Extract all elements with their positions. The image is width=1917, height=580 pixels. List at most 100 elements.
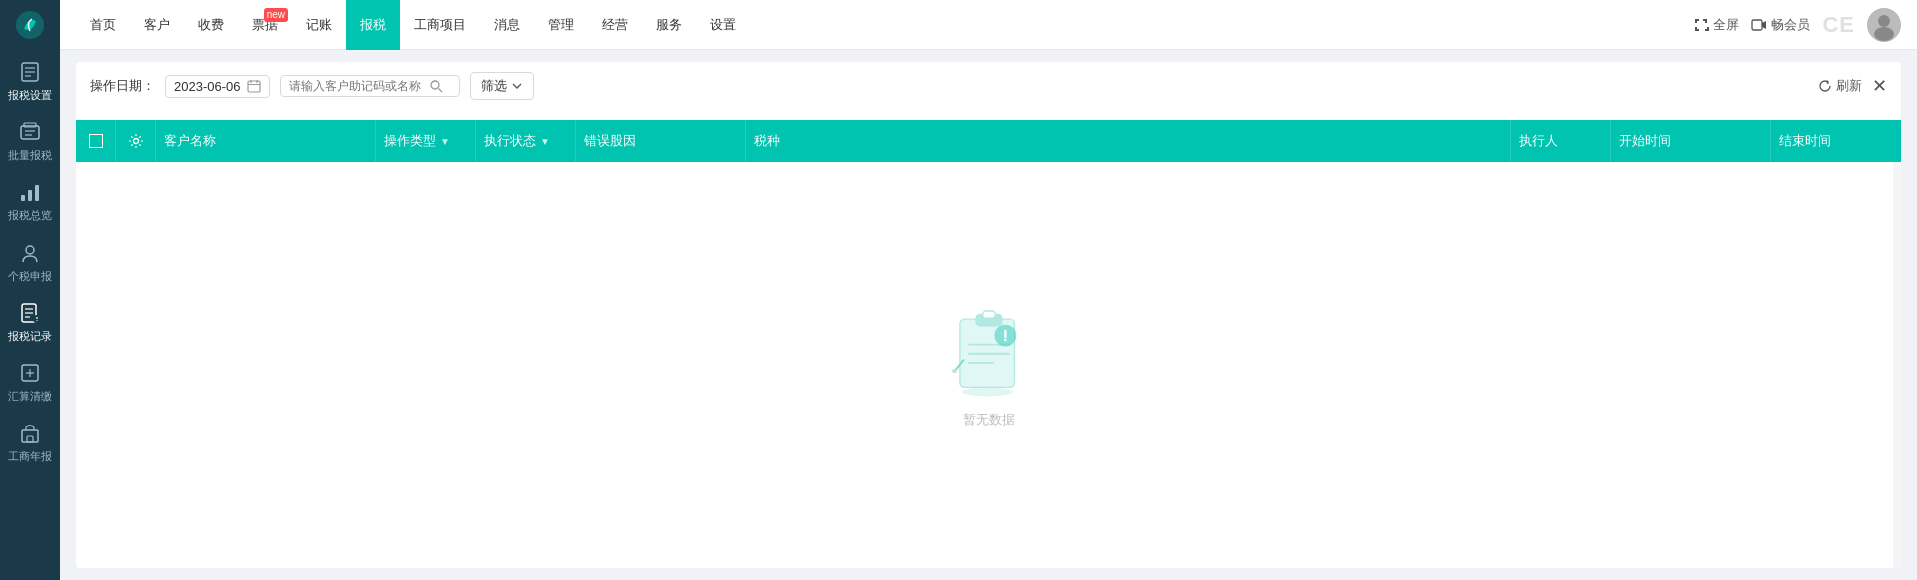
svg-line-34	[438, 89, 442, 93]
user-avatar[interactable]	[1867, 8, 1901, 42]
search-wrap[interactable]	[280, 75, 460, 97]
ce-badge: CE	[1822, 12, 1855, 38]
th-error-reason: 错误股因	[576, 120, 746, 162]
svg-rect-9	[21, 195, 25, 201]
nav-shezhi[interactable]: 设置	[696, 0, 750, 50]
sidebar-item-geshuishenbao[interactable]: 个税申报	[0, 231, 60, 291]
search-icon	[429, 79, 443, 93]
huisuanqingjiao-icon	[16, 359, 44, 387]
refresh-button[interactable]: 刷新	[1818, 77, 1862, 95]
sidebar-label-baoshuizonglan: 报税总览	[8, 209, 52, 222]
sidebar-label-geshuishenbao: 个税申报	[8, 270, 52, 283]
svg-rect-10	[28, 190, 32, 201]
content: 操作日期： 2023-06-06	[60, 50, 1917, 580]
baoshuishezhi-icon	[16, 58, 44, 86]
sidebar-logo	[0, 0, 60, 50]
sidebar-item-huisuanqingjiao[interactable]: 汇算清缴	[0, 351, 60, 411]
piao-badge: new	[264, 8, 288, 22]
empty-text: 暂无数据	[963, 411, 1015, 429]
sidebar-label-baoshuishezhi: 报税设置	[8, 89, 52, 102]
empty-illustration	[939, 301, 1039, 401]
member-btn[interactable]: 畅会员	[1751, 16, 1810, 34]
nav-customer[interactable]: 客户	[130, 0, 184, 50]
sidebar-label-piliangshuishui: 批量报税	[8, 149, 52, 162]
calendar-icon	[247, 79, 261, 93]
table-body: 暂无数据	[76, 162, 1901, 568]
th-end-time: 结束时间	[1771, 120, 1901, 162]
sort-exec-status-icon: ▼	[540, 136, 550, 147]
sidebar-item-gongshangnianbaoo[interactable]: 工商年报	[0, 411, 60, 471]
th-tax-type: 税种	[746, 120, 1511, 162]
svg-rect-5	[21, 126, 39, 139]
svg-rect-6	[24, 123, 36, 127]
filter-button[interactable]: 筛选	[470, 72, 534, 100]
svg-rect-24	[27, 436, 33, 442]
nav-fuwu[interactable]: 服务	[642, 0, 696, 50]
svg-point-27	[1878, 15, 1890, 27]
fullscreen-btn[interactable]: 全屏	[1693, 16, 1739, 34]
filter-bar: 操作日期： 2023-06-06	[76, 62, 1901, 110]
nav-guanli[interactable]: 管理	[534, 0, 588, 50]
th-start-time: 开始时间	[1611, 120, 1771, 162]
piliangshuishui-icon	[16, 118, 44, 146]
sidebar-label-gongshangnianbaoo: 工商年报	[8, 450, 52, 463]
gongshangnianbaoo-icon	[16, 419, 44, 447]
video-icon	[1751, 17, 1767, 33]
sidebar-item-piliangshuishui[interactable]: 批量报税	[0, 110, 60, 170]
geshuishenbao-icon	[16, 239, 44, 267]
th-settings[interactable]	[116, 120, 156, 162]
svg-rect-38	[982, 311, 995, 318]
svg-point-12	[26, 246, 34, 254]
svg-rect-29	[248, 81, 260, 92]
select-all-checkbox[interactable]	[89, 134, 103, 148]
date-label: 操作日期：	[90, 77, 155, 95]
svg-point-28	[1874, 27, 1894, 41]
empty-state: 暂无数据	[919, 281, 1059, 449]
nav-baoshui[interactable]: 报税	[346, 0, 400, 50]
nav-shoufei[interactable]: 收费	[184, 0, 238, 50]
refresh-icon	[1818, 79, 1832, 93]
th-name: 客户名称	[156, 120, 376, 162]
baoshuijilu-icon	[16, 299, 44, 327]
date-value: 2023-06-06	[174, 79, 241, 94]
sidebar-item-baoshuizonglan[interactable]: 报税总览	[0, 170, 60, 230]
sidebar-label-baoshuijilu: 报税记录	[8, 330, 52, 343]
refresh-label: 刷新	[1836, 77, 1862, 95]
svg-point-35	[133, 139, 138, 144]
th-op-type[interactable]: 操作类型 ▼	[376, 120, 476, 162]
date-picker[interactable]: 2023-06-06	[165, 75, 270, 98]
sidebar-label-huisuanqingjiao: 汇算清缴	[8, 390, 52, 403]
nav-home[interactable]: 首页	[76, 0, 130, 50]
sidebar-item-baoshuijilu[interactable]: 报税记录	[0, 291, 60, 351]
fullscreen-icon	[1693, 17, 1709, 33]
svg-point-44	[1004, 339, 1007, 342]
sidebar: 报税设置 批量报税 报税总览 个税	[0, 0, 60, 580]
nav-piao[interactable]: 票据 new	[238, 0, 292, 50]
svg-point-33	[431, 81, 439, 89]
nav-gongshang[interactable]: 工商项目	[400, 0, 480, 50]
sidebar-item-baoshuishezhi[interactable]: 报税设置	[0, 50, 60, 110]
svg-point-47	[961, 387, 1012, 396]
svg-point-46	[952, 369, 957, 374]
close-button[interactable]: ✕	[1872, 77, 1887, 95]
nav-jizhang[interactable]: 记账	[292, 0, 346, 50]
scrollbar-track[interactable]	[1893, 162, 1901, 568]
th-executor: 执行人	[1511, 120, 1611, 162]
topnav-right: 全屏 畅会员 CE	[1693, 8, 1901, 42]
baoshuizonglan-icon	[16, 178, 44, 206]
th-checkbox[interactable]	[76, 120, 116, 162]
topnav-items: 首页 客户 收费 票据 new 记账 报税 工商项目 消息	[76, 0, 1693, 50]
nav-jingying[interactable]: 经营	[588, 0, 642, 50]
nav-xiaoxi[interactable]: 消息	[480, 0, 534, 50]
search-input[interactable]	[289, 79, 429, 93]
filter-label: 筛选	[481, 77, 507, 95]
svg-rect-25	[1752, 20, 1762, 30]
chevron-down-icon	[511, 80, 523, 92]
th-exec-status[interactable]: 执行状态 ▼	[476, 120, 576, 162]
svg-rect-11	[35, 185, 39, 201]
main-area: 首页 客户 收费 票据 new 记账 报税 工商项目 消息	[60, 0, 1917, 580]
settings-icon	[128, 133, 144, 149]
sort-op-type-icon: ▼	[440, 136, 450, 147]
svg-point-19	[36, 320, 37, 321]
table-container: 操作日期： 2023-06-06	[76, 62, 1901, 568]
